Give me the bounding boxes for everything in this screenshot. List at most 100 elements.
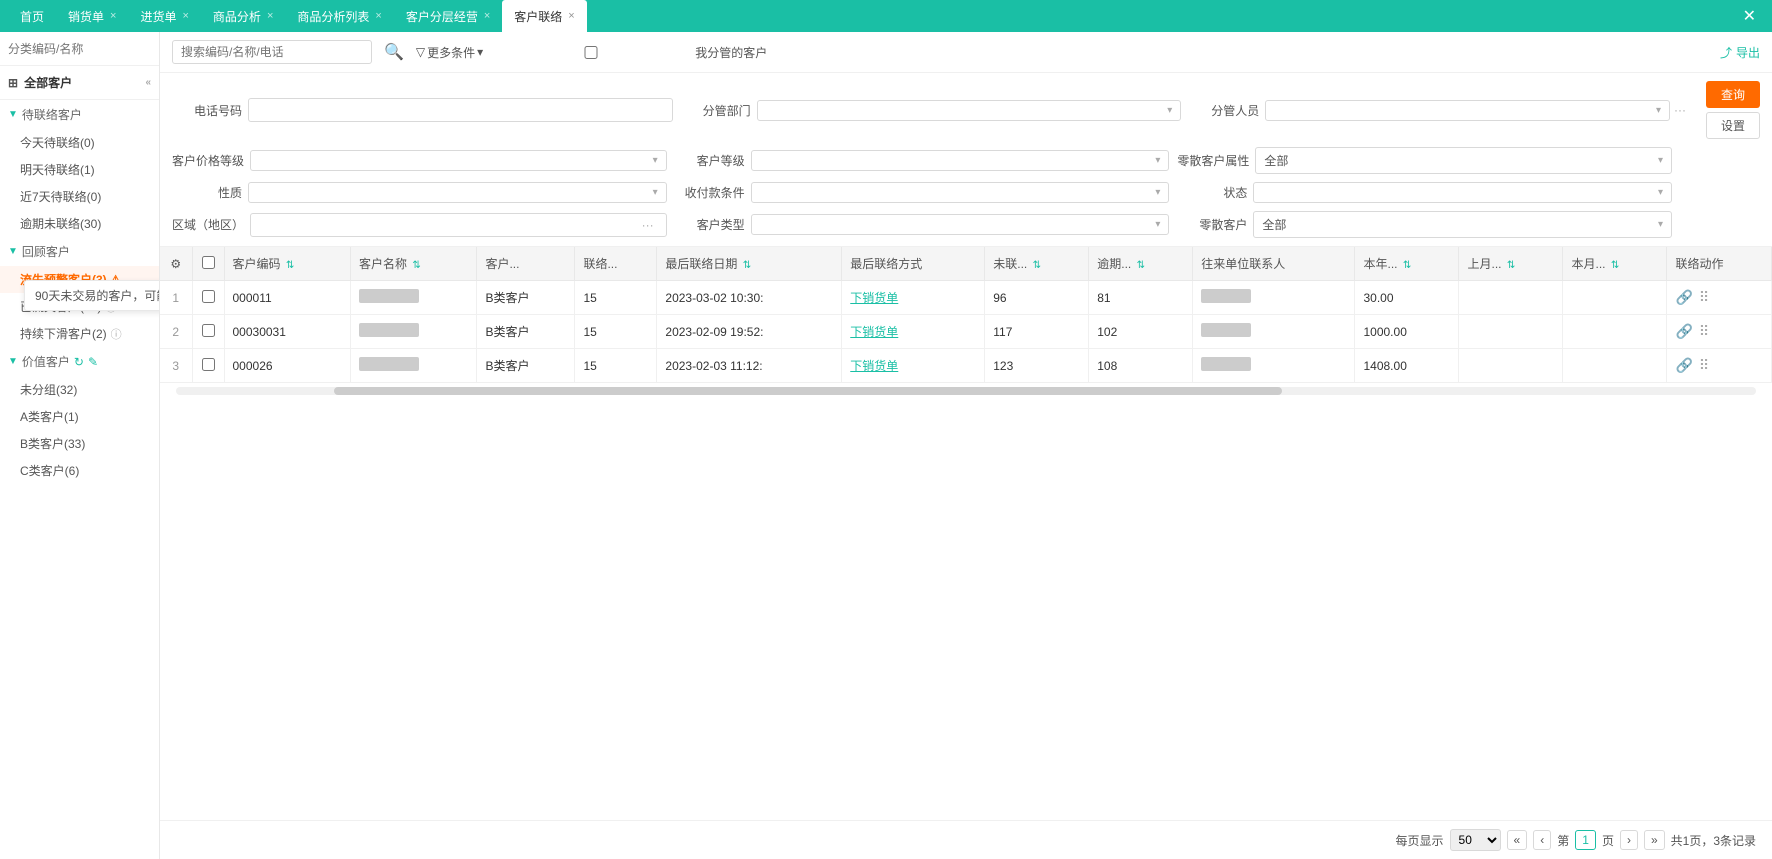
col-unlinked: 未联... ⇅ (985, 247, 1089, 281)
price-level-select[interactable]: ▾ (250, 150, 667, 171)
cell-name (350, 315, 476, 349)
method-link[interactable]: 下销货单 (850, 291, 898, 305)
sidebar-item-class-b[interactable]: B类客户(33) (0, 430, 159, 457)
col-this-month: 本月... ⇅ (1563, 247, 1667, 281)
close-tab-customer-contact-icon[interactable]: × (568, 10, 574, 22)
settings-icon[interactable]: ⚙ (170, 257, 181, 271)
contact-action-icon[interactable]: 🔗 (1675, 289, 1692, 306)
chevron-down-icon-9: ▾ (1155, 219, 1160, 230)
cell-name (350, 281, 476, 315)
settings-button[interactable]: 设置 (1706, 112, 1760, 139)
tab-customer-contact[interactable]: 客户联络 × (502, 0, 586, 32)
more-conditions-button[interactable]: ▽ 更多条件 ▾ (416, 44, 483, 61)
sidebar-group-value-customers[interactable]: ▼ 价值客户 ↻ ✎ (0, 347, 159, 376)
grid-icon: ⊞ (8, 76, 18, 90)
method-link[interactable]: 下销货单 (850, 359, 898, 373)
cell-action: 🔗 ⠿ (1667, 281, 1772, 315)
dept-select[interactable]: ▾ (757, 100, 1182, 121)
sort-icon: ⇅ (286, 260, 294, 271)
select-all-checkbox[interactable] (202, 256, 215, 269)
tab-product-analysis[interactable]: 商品分析 × (201, 0, 285, 32)
scrollbar-thumb[interactable] (334, 387, 1282, 395)
sidebar-group-pending-contact[interactable]: ▼ 待联络客户 (0, 100, 159, 129)
sidebar-group-churn[interactable]: ▼ 回顾客户 (0, 237, 159, 266)
next-page-button[interactable]: › (1620, 830, 1638, 850)
more-action-icon[interactable]: ⠿ (1699, 323, 1709, 340)
tab-customer-segmentation[interactable]: 客户分层经营 × (394, 0, 502, 32)
filter-row-1: 电话号码 分管部门 ▾ 分管人员 ▾ ··· (172, 81, 1760, 139)
my-customers-checkbox[interactable] (491, 46, 691, 59)
last-page-button[interactable]: » (1644, 830, 1665, 850)
close-tab-sales-icon[interactable]: × (110, 10, 116, 22)
row-checkbox[interactable] (202, 324, 215, 337)
tab-home[interactable]: 首页 (8, 0, 56, 32)
sort-icon-3: ⇅ (743, 260, 751, 271)
status-select[interactable]: ▾ (1253, 182, 1672, 203)
more-region-options-icon[interactable]: ··· (638, 218, 658, 232)
cell-checkbox (192, 315, 224, 349)
col-settings[interactable]: ⚙ (160, 247, 192, 281)
tab-purchase[interactable]: 进货单 × (128, 0, 200, 32)
table-row: 1 000011 B类客户 15 2023-03-02 10:30: 下销货单 … (160, 281, 1772, 315)
main-layout: 🔍 ⊞ 全部客户 « ▼ 待联络客户 今天待联络(0) 明天待联络(1) 近7天… (0, 32, 1772, 859)
sidebar-item-7days[interactable]: 近7天待联络(0) (0, 183, 159, 210)
payment-select[interactable]: ▾ (751, 182, 1170, 203)
scatter-customer-select[interactable]: 全部 ▾ (1253, 211, 1672, 238)
refresh-icon[interactable]: ↻ (74, 355, 84, 369)
close-app-button[interactable]: ✕ (1735, 2, 1764, 30)
cell-type: B类客户 (477, 281, 575, 315)
nature-select[interactable]: ▾ (248, 182, 667, 203)
cell-checkbox (192, 281, 224, 315)
customer-table: ⚙ 客户编码 ⇅ 客户名称 ⇅ 客户... (160, 247, 1772, 383)
customer-type-select[interactable]: ▾ (751, 214, 1170, 235)
person-select[interactable]: ▾ (1265, 100, 1670, 121)
horizontal-scrollbar[interactable] (176, 387, 1756, 395)
close-tab-purchase-icon[interactable]: × (182, 10, 188, 22)
cell-contact-person (1193, 349, 1355, 383)
chevron-down-icon: ▾ (1167, 105, 1172, 116)
tab-sales[interactable]: 销货单 × (56, 0, 128, 32)
more-action-icon[interactable]: ⠿ (1699, 357, 1709, 374)
sort-icon-2: ⇅ (412, 260, 420, 271)
col-contact-num: 联络... (575, 247, 657, 281)
sidebar-search-input[interactable] (8, 42, 160, 56)
region-select[interactable]: ··· (250, 213, 667, 237)
sidebar-item-class-a[interactable]: A类客户(1) (0, 403, 159, 430)
col-customer-code: 客户编码 ⇅ (224, 247, 350, 281)
close-tab-product-analysis-icon[interactable]: × (267, 10, 273, 22)
page-size-select[interactable]: 50 100 (1450, 829, 1501, 851)
close-tab-product-analysis-list-icon[interactable]: × (375, 10, 381, 22)
edit-icon[interactable]: ✎ (88, 355, 98, 369)
phone-input[interactable] (248, 98, 673, 122)
sidebar-item-today[interactable]: 今天待联络(0) (0, 129, 159, 156)
tooltip-churn-warning: 90天未交易的客户，可能有流失风险。 (24, 280, 160, 311)
row-checkbox[interactable] (202, 358, 215, 371)
total-records: 共1页，3条记录 (1671, 832, 1756, 849)
content-area: 🔍 ▽ 更多条件 ▾ 我分管的客户 ⤴ 导出 电话号码 (160, 32, 1772, 859)
search-input[interactable] (172, 40, 372, 64)
tab-product-analysis-list[interactable]: 商品分析列表 × (285, 0, 393, 32)
sidebar-all-customers[interactable]: ⊞ 全部客户 « (0, 66, 159, 100)
query-button[interactable]: 查询 (1706, 81, 1760, 108)
sidebar-item-class-c[interactable]: C类客户(6) (0, 457, 159, 484)
sidebar-item-declining[interactable]: 持续下滑客户(2) ⓘ (0, 320, 159, 347)
row-checkbox[interactable] (202, 290, 215, 303)
more-options-icon[interactable]: ··· (1670, 103, 1690, 117)
more-action-icon[interactable]: ⠿ (1699, 289, 1709, 306)
filter-row-2: 客户价格等级 ▾ 客户等级 ▾ 零散客户属性 全部 (172, 147, 1760, 174)
prev-page-button[interactable]: ‹ (1533, 830, 1551, 850)
sidebar-item-tomorrow[interactable]: 明天待联络(1) (0, 156, 159, 183)
cell-last-month (1459, 315, 1563, 349)
search-button[interactable]: 🔍 (380, 42, 408, 62)
scatter-attribute-select[interactable]: 全部 ▾ (1255, 147, 1672, 174)
cell-action: 🔗 ⠿ (1667, 315, 1772, 349)
export-button[interactable]: ⤴ 导出 (1720, 44, 1760, 61)
customer-level-select[interactable]: ▾ (751, 150, 1170, 171)
method-link[interactable]: 下销货单 (850, 325, 898, 339)
contact-action-icon[interactable]: 🔗 (1675, 357, 1692, 374)
contact-action-icon[interactable]: 🔗 (1675, 323, 1692, 340)
close-tab-customer-segmentation-icon[interactable]: × (484, 10, 490, 22)
sidebar-item-overdue[interactable]: 逾期未联络(30) (0, 210, 159, 237)
first-page-button[interactable]: « (1507, 830, 1528, 850)
sidebar-item-ungrouped[interactable]: 未分组(32) (0, 376, 159, 403)
